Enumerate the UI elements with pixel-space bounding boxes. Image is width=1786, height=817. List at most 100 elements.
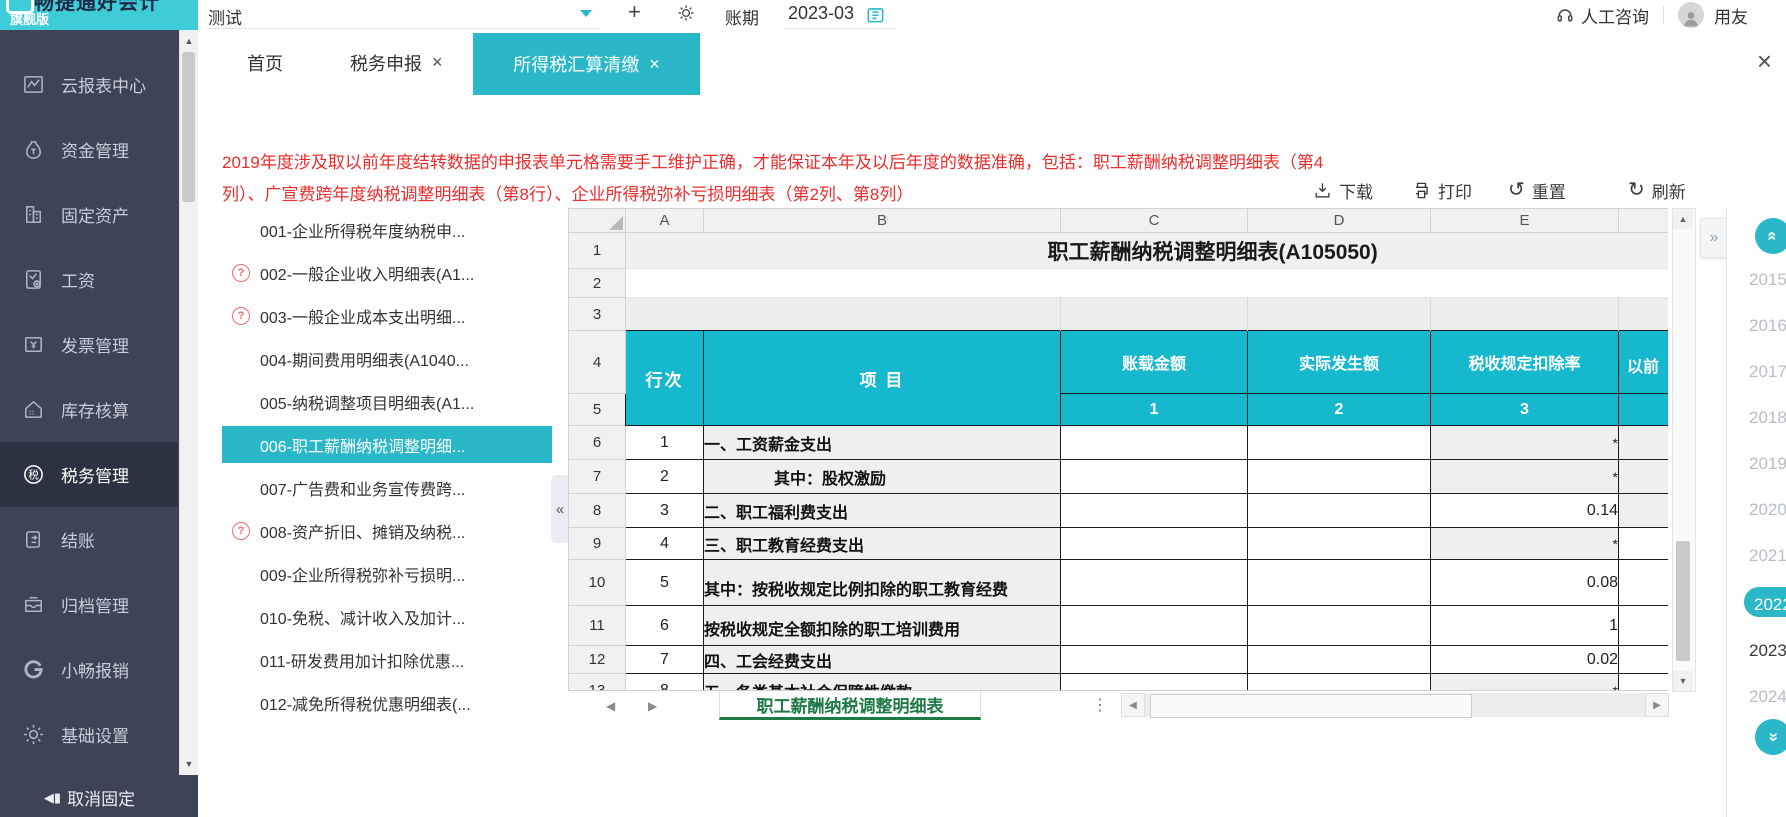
row-header[interactable]: 2 (568, 268, 626, 298)
cell-actual-amount[interactable] (1247, 645, 1431, 674)
tab-settlement-active[interactable]: 所得税汇算清缴 × (473, 33, 700, 95)
sidebar-scroll-down-icon[interactable]: ▼ (180, 755, 198, 773)
sheet-cell[interactable] (625, 232, 704, 269)
header-deduction-rate[interactable]: 税收规定扣除率 (1430, 330, 1619, 394)
sheet-cell[interactable] (1430, 297, 1619, 331)
report-item-002[interactable]: ? 002-一般企业收入明细表(A1... (198, 251, 568, 294)
settings-gear-icon[interactable] (676, 3, 696, 28)
cell-actual-amount[interactable] (1247, 527, 1431, 560)
cell-actual-amount[interactable] (1247, 425, 1431, 460)
tab-tax-filing[interactable]: 税务申报 × (350, 30, 443, 95)
download-button[interactable]: 下载 (1313, 176, 1373, 204)
header-line-no[interactable]: 行次 (625, 330, 704, 426)
cell-item[interactable]: 三、职工教育经费支出 (703, 527, 1061, 560)
row-header[interactable]: 4 (568, 330, 626, 394)
add-icon[interactable]: + (628, 0, 641, 25)
column-header-e[interactable]: E (1430, 208, 1619, 233)
reset-button[interactable]: ↺ 重置 (1508, 176, 1566, 204)
hscroll-left-icon[interactable]: ◀ (1121, 693, 1145, 717)
row-header[interactable]: 13 (568, 673, 626, 690)
cell-deduction-rate[interactable]: * (1430, 673, 1619, 690)
cell-actual-amount[interactable] (1247, 459, 1431, 494)
cell-item[interactable]: 一、工资薪金支出 (703, 425, 1061, 460)
report-item-008[interactable]: ? 008-资产折旧、摊销及纳税... (198, 509, 568, 552)
sheet-cell[interactable] (1247, 297, 1431, 331)
header-actual-amount[interactable]: 实际发生额 (1247, 330, 1431, 394)
sidebar-item-fixed-assets[interactable]: 固定资产 (0, 182, 178, 247)
support-button[interactable]: 人工咨询 (1555, 3, 1649, 28)
header-col-2[interactable]: 2 (1247, 393, 1431, 426)
hscroll-thumb[interactable] (1150, 694, 1472, 718)
cell-prior[interactable] (1618, 673, 1668, 690)
cell-actual-amount[interactable] (1247, 493, 1431, 528)
header-book-amount[interactable]: 账载金额 (1060, 330, 1248, 394)
cell-item[interactable]: 按税收规定全额扣除的职工培训费用 (703, 605, 1061, 646)
row-header[interactable]: 9 (568, 527, 626, 560)
close-page-icon[interactable]: × (1757, 46, 1772, 77)
year-item-2021[interactable]: 2021年 (1749, 541, 1786, 565)
cell-book-amount[interactable] (1060, 645, 1248, 674)
calendar-icon[interactable] (866, 5, 885, 29)
report-item-012[interactable]: ?012-减免所得税优惠明细表(... (198, 681, 568, 724)
sheet-cell[interactable] (625, 297, 1061, 331)
row-header[interactable]: 7 (568, 459, 626, 494)
cell-prior[interactable] (1618, 493, 1668, 528)
year-item-2024[interactable]: 2024年 (1749, 682, 1786, 706)
scroll-years-up-button[interactable]: « (1755, 218, 1786, 254)
report-item-001[interactable]: ?001-企业所得税年度纳税申... (198, 208, 568, 251)
cell-item[interactable]: 二、职工福利费支出 (703, 493, 1061, 528)
cell-item[interactable]: 五、各类基本社会保障性缴款 (703, 673, 1061, 690)
help-icon[interactable]: ? (232, 522, 250, 540)
cell-deduction-rate[interactable]: * (1430, 527, 1619, 560)
year-item-2016[interactable]: 2016年 (1749, 311, 1786, 335)
sidebar-item-tax[interactable]: 税 税务管理 (0, 442, 178, 507)
cell-prior[interactable] (1618, 459, 1668, 494)
scroll-years-down-button[interactable]: « (1755, 719, 1786, 755)
cell-item[interactable]: 其中：股权激励 (703, 459, 1061, 494)
cell-prior[interactable] (1618, 605, 1668, 646)
sheet-vscrollbar[interactable]: ▲ ▼ (1672, 208, 1696, 692)
year-item-2020[interactable]: 2020年 (1749, 495, 1786, 519)
report-item-007[interactable]: ?007-广告费和业务宣传费跨... (198, 466, 568, 509)
cell-line-no[interactable]: 5 (625, 559, 704, 606)
vscroll-thumb[interactable] (1676, 541, 1690, 661)
cell-item[interactable]: 其中：按税收规定比例扣除的职工教育经费 (703, 559, 1061, 606)
cell-line-no[interactable]: 7 (625, 645, 704, 674)
close-tab-icon[interactable]: × (649, 54, 660, 75)
sidebar-scroll-thumb[interactable] (182, 52, 195, 202)
sidebar-item-closing[interactable]: 结账 (0, 507, 178, 572)
report-item-004[interactable]: ?004-期间费用明细表(A1040... (198, 337, 568, 380)
sidebar-item-funds[interactable]: 资金管理 (0, 117, 178, 182)
cell-deduction-rate[interactable]: * (1430, 425, 1619, 460)
help-icon[interactable]: ? (232, 307, 250, 325)
row-header[interactable]: 12 (568, 645, 626, 674)
cell-line-no[interactable]: 2 (625, 459, 704, 494)
vscroll-down-icon[interactable]: ▼ (1673, 671, 1693, 691)
year-item-2017[interactable]: 2017年 (1749, 357, 1786, 381)
report-item-010[interactable]: ?010-免税、减计收入及加计... (198, 595, 568, 638)
sheet-prev-icon[interactable]: ◀ (606, 699, 615, 713)
print-button[interactable]: 打印 (1412, 176, 1472, 204)
sheet-cell[interactable] (625, 268, 1668, 298)
row-header[interactable]: 3 (568, 297, 626, 331)
column-header-a[interactable]: A (625, 208, 704, 233)
help-icon[interactable]: ? (232, 264, 250, 282)
cell-book-amount[interactable] (1060, 559, 1248, 606)
year-item-2023[interactable]: 2023年 (1749, 636, 1786, 660)
row-header[interactable]: 6 (568, 425, 626, 460)
column-header-c[interactable]: C (1060, 208, 1248, 233)
vscroll-up-icon[interactable]: ▲ (1673, 209, 1693, 229)
cell-book-amount[interactable] (1060, 459, 1248, 494)
cell-prior[interactable] (1618, 425, 1668, 460)
sidebar-item-invoices[interactable]: 发票管理 (0, 312, 178, 377)
sidebar-item-inventory[interactable]: 库存核算 (0, 377, 178, 442)
sidebar-scroll-up-icon[interactable]: ▲ (180, 32, 198, 50)
close-tab-icon[interactable]: × (432, 52, 443, 73)
sidebar-item-cloud-reports[interactable]: 云报表中心 (0, 52, 178, 117)
cell-book-amount[interactable] (1060, 493, 1248, 528)
cell-book-amount[interactable] (1060, 425, 1248, 460)
cell-deduction-rate[interactable]: 0.08 (1430, 559, 1619, 606)
collapse-panel-handle[interactable]: « (551, 475, 569, 543)
expand-panel-button[interactable]: » (1700, 218, 1728, 258)
cell-line-no[interactable]: 6 (625, 605, 704, 646)
